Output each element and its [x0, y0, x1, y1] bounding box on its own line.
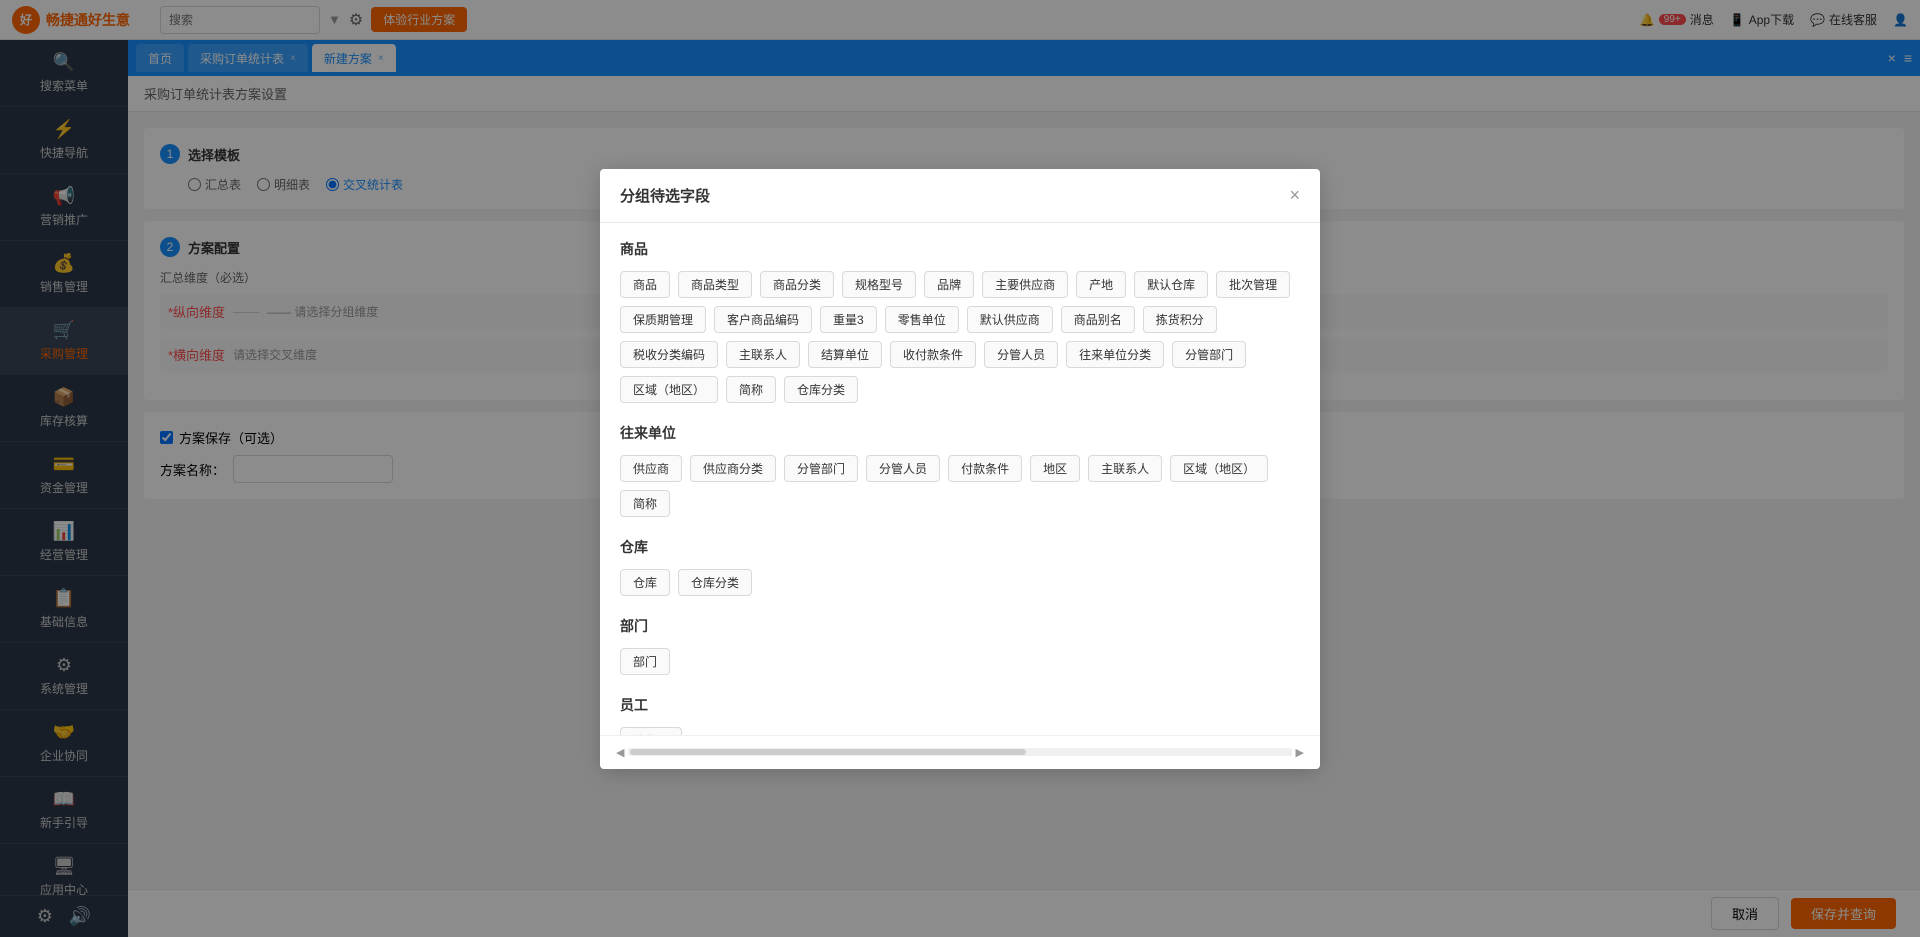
- horizontal-scrollbar[interactable]: [628, 748, 1291, 756]
- field-tag-分管部门[interactable]: 分管部门: [1172, 341, 1246, 368]
- field-tag-仓库[interactable]: 仓库: [620, 569, 670, 596]
- field-tag-仓库分类[interactable]: 仓库分类: [678, 569, 752, 596]
- field-tag-默认仓库[interactable]: 默认仓库: [1134, 271, 1208, 298]
- field-tag-部门[interactable]: 部门: [620, 648, 670, 675]
- field-tag-拣货积分[interactable]: 拣货积分: [1143, 306, 1217, 333]
- field-tags-department: 部门: [620, 648, 1300, 675]
- modal-title: 分组待选字段: [620, 185, 710, 206]
- field-tag-品牌[interactable]: 品牌: [924, 271, 974, 298]
- field-tag-商品类型[interactable]: 商品类型: [678, 271, 752, 298]
- section-title-employee: 员工: [620, 695, 1300, 715]
- field-tag-批次管理[interactable]: 批次管理: [1216, 271, 1290, 298]
- field-tags-partner: 供应商供应商分类分管部门分管人员付款条件地区主联系人区域（地区） 简称: [620, 455, 1300, 517]
- field-select-modal: 分组待选字段 × 商品商品商品类型商品分类规格型号品牌主要供应商产地默认仓库批次…: [600, 169, 1320, 769]
- section-title-partner: 往来单位: [620, 423, 1300, 443]
- modal-close-btn[interactable]: ×: [1289, 185, 1300, 206]
- field-tag-产地[interactable]: 产地: [1076, 271, 1126, 298]
- field-tag-简称[interactable]: 简称: [620, 490, 670, 517]
- field-tag-分管部门[interactable]: 分管部门: [784, 455, 858, 482]
- field-tag-商品别名[interactable]: 商品别名: [1061, 306, 1135, 333]
- field-tag-往来单位分类[interactable]: 往来单位分类: [1066, 341, 1164, 368]
- field-tag-地区[interactable]: 地区: [1030, 455, 1080, 482]
- section-title-department: 部门: [620, 616, 1300, 636]
- modal-body: 商品商品商品类型商品分类规格型号品牌主要供应商产地默认仓库批次管理保质期管理客户…: [600, 223, 1320, 735]
- field-tag-分管人员[interactable]: 分管人员: [866, 455, 940, 482]
- scroll-left-btn[interactable]: ◀: [616, 746, 624, 759]
- field-tag-税收分类编码[interactable]: 税收分类编码: [620, 341, 718, 368]
- modal-overlay: 分组待选字段 × 商品商品商品类型商品分类规格型号品牌主要供应商产地默认仓库批次…: [0, 0, 1920, 937]
- field-tag-简称[interactable]: 简称: [726, 376, 776, 403]
- field-tag-付款条件[interactable]: 付款条件: [948, 455, 1022, 482]
- field-tag-供应商[interactable]: 供应商: [620, 455, 682, 482]
- field-tag-客户商品编码[interactable]: 客户商品编码: [714, 306, 812, 333]
- field-tags-employee: 业务员: [620, 727, 1300, 735]
- section-warehouse: 仓库仓库仓库分类: [620, 537, 1300, 596]
- modal-header: 分组待选字段 ×: [600, 169, 1320, 223]
- field-tag-区域（地区）[interactable]: 区域（地区）: [620, 376, 718, 403]
- field-tag-收付款条件[interactable]: 收付款条件: [890, 341, 976, 368]
- section-title-goods: 商品: [620, 239, 1300, 259]
- scrollbar-thumb: [630, 749, 1025, 755]
- field-tag-区域（地区）[interactable]: 区域（地区）: [1170, 455, 1268, 482]
- section-partner: 往来单位供应商供应商分类分管部门分管人员付款条件地区主联系人区域（地区） 简称: [620, 423, 1300, 517]
- field-tag-主联系人[interactable]: 主联系人: [1088, 455, 1162, 482]
- field-tag-主联系人[interactable]: 主联系人: [726, 341, 800, 368]
- scroll-right-btn[interactable]: ▶: [1296, 746, 1304, 759]
- field-tag-商品分类[interactable]: 商品分类: [760, 271, 834, 298]
- section-goods: 商品商品商品类型商品分类规格型号品牌主要供应商产地默认仓库批次管理保质期管理客户…: [620, 239, 1300, 403]
- modal-footer: ◀ ▶: [600, 735, 1320, 769]
- field-tag-分管人员[interactable]: 分管人员: [984, 341, 1058, 368]
- field-tags-goods: 商品商品类型商品分类规格型号品牌主要供应商产地默认仓库批次管理保质期管理客户商品…: [620, 271, 1300, 403]
- field-tag-仓库分类[interactable]: 仓库分类: [784, 376, 858, 403]
- section-department: 部门部门: [620, 616, 1300, 675]
- section-employee: 员工业务员: [620, 695, 1300, 735]
- field-tag-保质期管理[interactable]: 保质期管理: [620, 306, 706, 333]
- field-tag-规格型号[interactable]: 规格型号: [842, 271, 916, 298]
- field-tag-重量3[interactable]: 重量3: [820, 306, 877, 333]
- field-tags-warehouse: 仓库仓库分类: [620, 569, 1300, 596]
- field-tag-供应商分类[interactable]: 供应商分类: [690, 455, 776, 482]
- field-tag-商品[interactable]: 商品: [620, 271, 670, 298]
- section-title-warehouse: 仓库: [620, 537, 1300, 557]
- field-tag-零售单位[interactable]: 零售单位: [885, 306, 959, 333]
- field-tag-默认供应商[interactable]: 默认供应商: [967, 306, 1053, 333]
- field-tag-主要供应商[interactable]: 主要供应商: [982, 271, 1068, 298]
- field-tag-结算单位[interactable]: 结算单位: [808, 341, 882, 368]
- field-tag-业务员[interactable]: 业务员: [620, 727, 682, 735]
